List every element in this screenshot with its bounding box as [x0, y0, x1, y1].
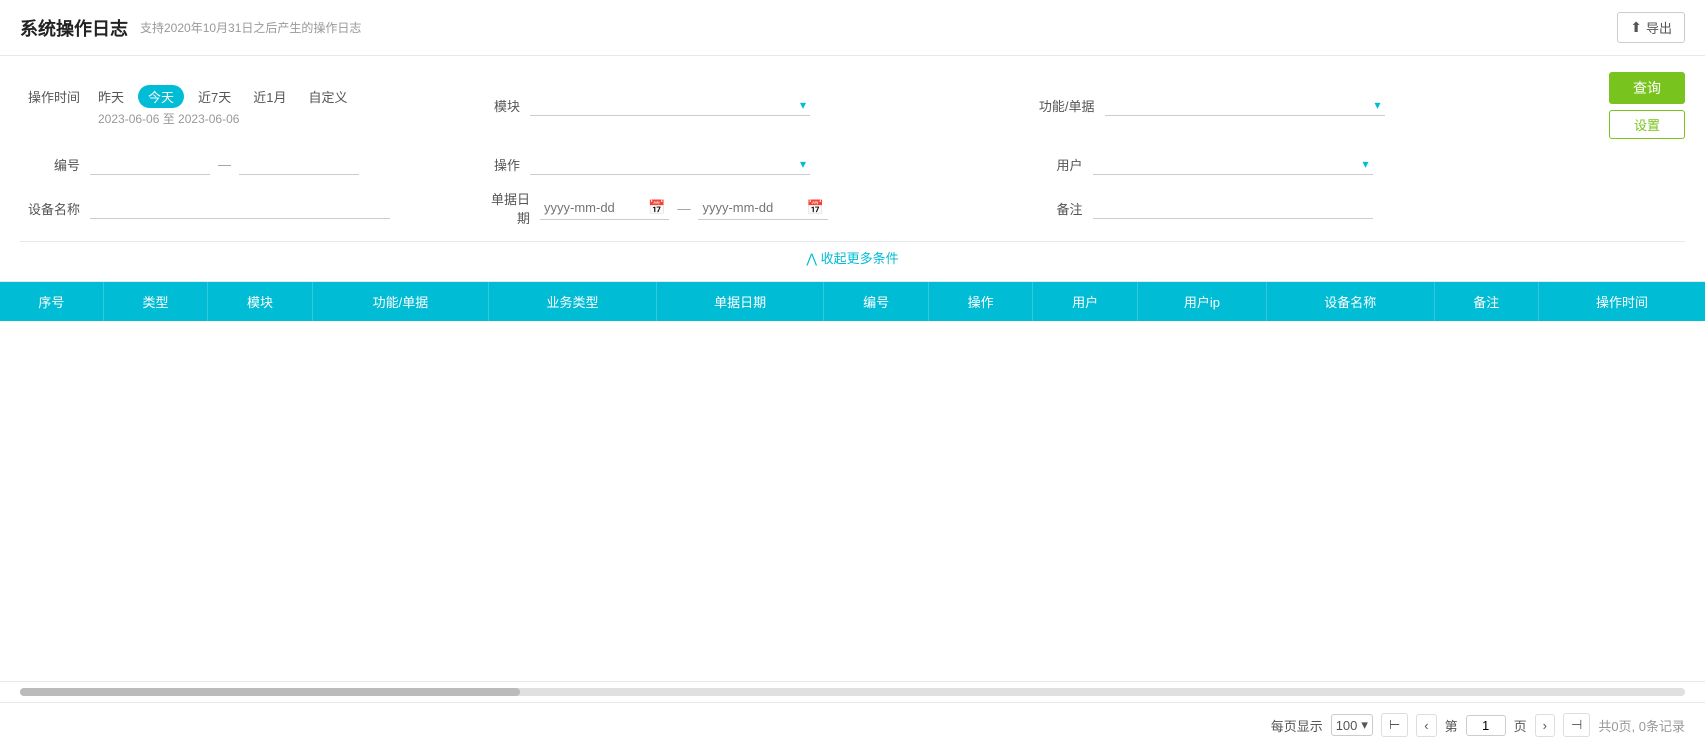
col-number: 编号	[824, 282, 928, 321]
page-size-select[interactable]: 100 ▾	[1331, 714, 1373, 736]
op-select[interactable]: ▾	[530, 154, 810, 175]
total-text: 共0页, 0条记录	[1598, 716, 1685, 735]
doc-date-start[interactable]	[544, 200, 644, 215]
module-select[interactable]: ▾	[530, 95, 810, 116]
device-input[interactable]	[90, 197, 390, 219]
data-table: 序号 类型 模块 功能/单据 业务类型 单据日期 编号 操作 用户 用户ip 设…	[0, 282, 1705, 321]
col-doc-date: 单据日期	[656, 282, 824, 321]
doc-date-end-wrapper[interactable]: 📅	[698, 196, 827, 220]
number-dash: —	[218, 157, 231, 172]
scrollbar-area[interactable]	[0, 681, 1705, 702]
page-title: 系统操作日志	[20, 15, 128, 41]
func-select[interactable]: ▾	[1105, 95, 1385, 116]
doc-date-end[interactable]	[702, 200, 802, 215]
page-end-label: 页	[1514, 716, 1527, 735]
col-type: 类型	[103, 282, 207, 321]
calendar-icon-end: 📅	[806, 199, 823, 216]
next-page-button[interactable]: ›	[1535, 714, 1555, 737]
time-btn-1month[interactable]: 近1月	[245, 85, 294, 108]
remark-label: 备注	[1023, 199, 1093, 218]
time-btn-yesterday[interactable]: 昨天	[90, 85, 132, 108]
action-buttons: 查询 设置	[1589, 72, 1685, 139]
user-label: 用户	[1023, 155, 1093, 174]
user-chevron-icon: ▾	[1362, 157, 1368, 171]
module-label: 模块	[480, 96, 530, 115]
col-user-ip: 用户ip	[1137, 282, 1266, 321]
doc-date-dash: —	[677, 201, 690, 216]
page-header: 系统操作日志 支持2020年10月31日之后产生的操作日志 ⬆ 导出	[0, 0, 1705, 56]
time-btn-today[interactable]: 今天	[138, 85, 184, 108]
filter-row-1: 操作时间 昨天 今天 近7天 近1月 自定义 2023-06-06 至 2023…	[20, 72, 1685, 139]
page-subtitle: 支持2020年10月31日之后产生的操作日志	[140, 19, 361, 36]
export-icon: ⬆	[1630, 19, 1642, 36]
col-func: 功能/单据	[312, 282, 488, 321]
remark-input[interactable]	[1093, 197, 1373, 219]
export-button[interactable]: ⬆ 导出	[1617, 12, 1685, 43]
page-label: 第	[1445, 716, 1458, 735]
page-size-label: 每页显示	[1271, 716, 1323, 735]
doc-date-label: 单据日期	[480, 189, 540, 227]
table-header-row: 序号 类型 模块 功能/单据 业务类型 单据日期 编号 操作 用户 用户ip 设…	[0, 282, 1705, 321]
col-user: 用户	[1033, 282, 1137, 321]
number-label: 编号	[20, 155, 90, 174]
func-chevron-icon: ▾	[1374, 98, 1380, 112]
col-remark: 备注	[1434, 282, 1538, 321]
module-chevron-icon: ▾	[800, 98, 806, 112]
page-size-value: 100	[1336, 718, 1358, 733]
col-op-time: 操作时间	[1539, 282, 1705, 321]
time-btn-custom[interactable]: 自定义	[301, 85, 356, 108]
filter-row-2: 编号 — 操作 ▾ 用户 ▾	[20, 153, 1685, 175]
col-device: 设备名称	[1266, 282, 1434, 321]
export-label: 导出	[1646, 18, 1672, 37]
table-wrapper: 序号 类型 模块 功能/单据 业务类型 单据日期 编号 操作 用户 用户ip 设…	[0, 282, 1705, 321]
op-label: 操作	[480, 155, 530, 174]
number-input-end[interactable]	[239, 153, 359, 175]
func-label: 功能/单据	[1035, 96, 1105, 115]
calendar-icon-start: 📅	[648, 199, 665, 216]
filter-row-3: 设备名称 单据日期 📅 — 📅 备注	[20, 189, 1685, 227]
collapse-bar[interactable]: ⋀ 收起更多条件	[20, 241, 1685, 273]
number-input-start[interactable]	[90, 153, 210, 175]
collapse-up-icon: ⋀	[806, 251, 817, 266]
pagination-bar: 每页显示 100 ▾ ⊢ ‹ 第 页 › ⊣ 共0页, 0条记录	[0, 702, 1705, 747]
empty-area	[0, 321, 1705, 681]
title-area: 系统操作日志 支持2020年10月31日之后产生的操作日志	[20, 15, 361, 41]
user-select[interactable]: ▾	[1093, 154, 1373, 175]
doc-date-start-wrapper[interactable]: 📅	[540, 196, 669, 220]
date-range-text: 2023-06-06 至 2023-06-06	[98, 112, 239, 126]
last-page-button[interactable]: ⊣	[1563, 713, 1590, 737]
col-module: 模块	[208, 282, 312, 321]
time-btn-7days[interactable]: 近7天	[190, 85, 239, 108]
col-biz-type: 业务类型	[489, 282, 657, 321]
time-btn-group: 昨天 今天 近7天 近1月 自定义	[90, 85, 356, 108]
time-label: 操作时间	[20, 87, 90, 106]
col-index: 序号	[0, 282, 103, 321]
settings-button[interactable]: 设置	[1609, 110, 1685, 139]
query-button[interactable]: 查询	[1609, 72, 1685, 104]
collapse-label: 收起更多条件	[821, 251, 899, 266]
page-size-chevron-icon: ▾	[1361, 717, 1368, 733]
col-op: 操作	[928, 282, 1032, 321]
first-page-button[interactable]: ⊢	[1381, 713, 1408, 737]
scrollbar-thumb[interactable]	[20, 688, 520, 696]
page-number-input[interactable]	[1466, 715, 1506, 736]
op-chevron-icon: ▾	[800, 157, 806, 171]
horizontal-scrollbar[interactable]	[20, 688, 1685, 696]
device-label: 设备名称	[20, 199, 90, 218]
prev-page-button[interactable]: ‹	[1416, 714, 1436, 737]
filter-area: 操作时间 昨天 今天 近7天 近1月 自定义 2023-06-06 至 2023…	[0, 56, 1705, 282]
